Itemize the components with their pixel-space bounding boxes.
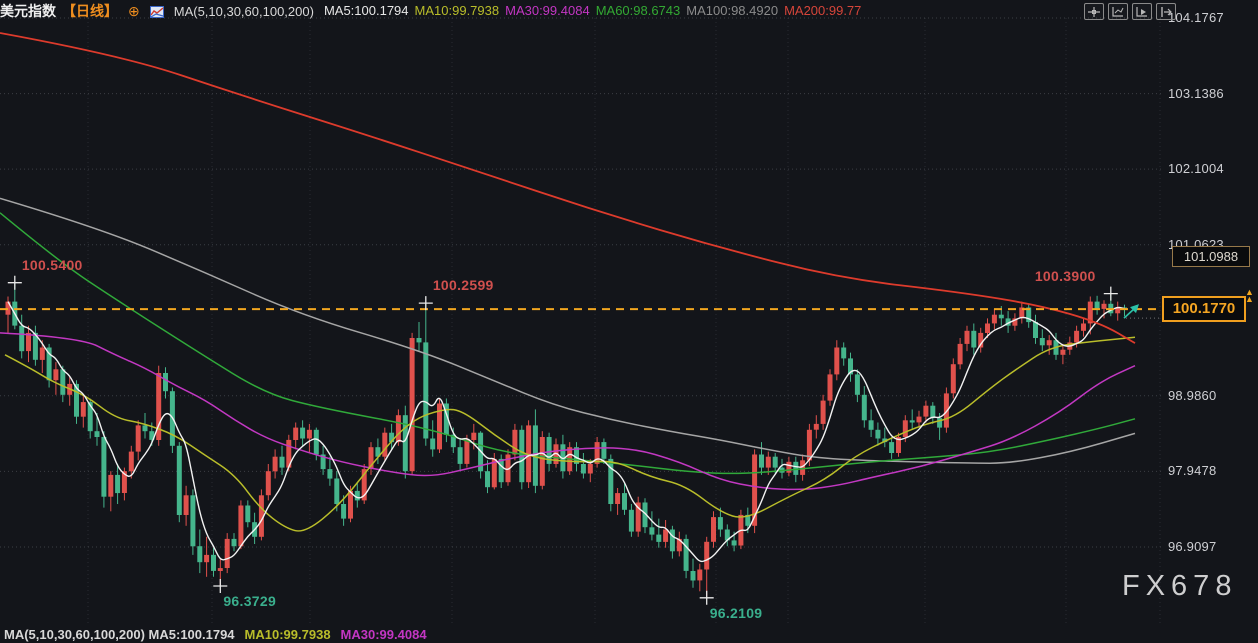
candlestick-chart[interactable] xyxy=(0,0,1258,632)
symbol-name: 美元指数 xyxy=(0,1,56,21)
ma-legend-item: MA5:100.1794 xyxy=(324,3,409,18)
last-price-box: 100.1770 xyxy=(1162,296,1246,322)
axis-price-label: 102.1004 xyxy=(1168,161,1224,176)
extreme-marker-icon xyxy=(419,296,433,310)
clipped-indicator-row: MA(5,10,30,60,100,200) MA5:100.1794 MA10:… xyxy=(4,627,437,643)
panel-chart-icon[interactable] xyxy=(1108,3,1128,20)
crosshair-icon[interactable] xyxy=(1084,3,1104,20)
price-extreme-label: 100.3900 xyxy=(1035,268,1096,284)
exit-panel-icon[interactable] xyxy=(1156,3,1176,20)
price-extreme-label: 100.2599 xyxy=(433,277,494,293)
ma-legend: MA5:100.1794 MA10:99.7938 MA30:99.4084 MA60… xyxy=(324,2,867,20)
axis-price-label: 104.1767 xyxy=(1168,10,1224,25)
extreme-marker-icon xyxy=(8,276,22,290)
period-label: 【日线】 xyxy=(62,1,118,21)
price-extreme-label: 96.3729 xyxy=(223,593,276,609)
ma-legend-item: MA60:98.6743 xyxy=(596,3,681,18)
chart-toolbar xyxy=(1084,3,1176,20)
chart-header: 美元指数 【日线】 ⊕ MA(5,10,30,60,100,200) MA5:1… xyxy=(0,0,867,22)
price-extreme-label: 100.5400 xyxy=(22,257,83,273)
clipped-indicator-text: MA10:99.7938 xyxy=(245,627,331,642)
reference-price-box: 101.0988 xyxy=(1172,246,1250,267)
clipped-indicator-text: MA30:99.4084 xyxy=(341,627,427,642)
axis-price-label: 98.9860 xyxy=(1168,388,1216,403)
ma-legend-item: MA200:99.77 xyxy=(784,3,861,18)
extreme-marker-icon xyxy=(700,591,714,605)
panel-play-icon[interactable] xyxy=(1132,3,1152,20)
axis-price-label: 97.9478 xyxy=(1168,463,1216,478)
ma-group-label: MA(5,10,30,60,100,200) xyxy=(174,4,314,19)
extreme-marker-icon xyxy=(1104,287,1118,301)
extreme-marker-icon xyxy=(213,579,227,593)
axis-price-label: 96.9097 xyxy=(1168,539,1216,554)
ma-legend-item: MA30:99.4084 xyxy=(505,3,590,18)
double-up-arrow-icon: ▲▲ xyxy=(1245,289,1254,303)
ma-legend-item: MA100:98.4920 xyxy=(686,3,778,18)
axis-price-label: 103.1386 xyxy=(1168,86,1224,101)
chart-type-icon[interactable] xyxy=(150,5,164,17)
ma-legend-item: MA10:99.7938 xyxy=(415,3,500,18)
price-extreme-label: 96.2109 xyxy=(710,605,763,621)
clipped-indicator-text: MA(5,10,30,60,100,200) MA5:100.1794 xyxy=(4,627,235,642)
watermark: FX678 xyxy=(1122,570,1237,603)
add-indicator-icon[interactable]: ⊕ xyxy=(128,4,140,18)
